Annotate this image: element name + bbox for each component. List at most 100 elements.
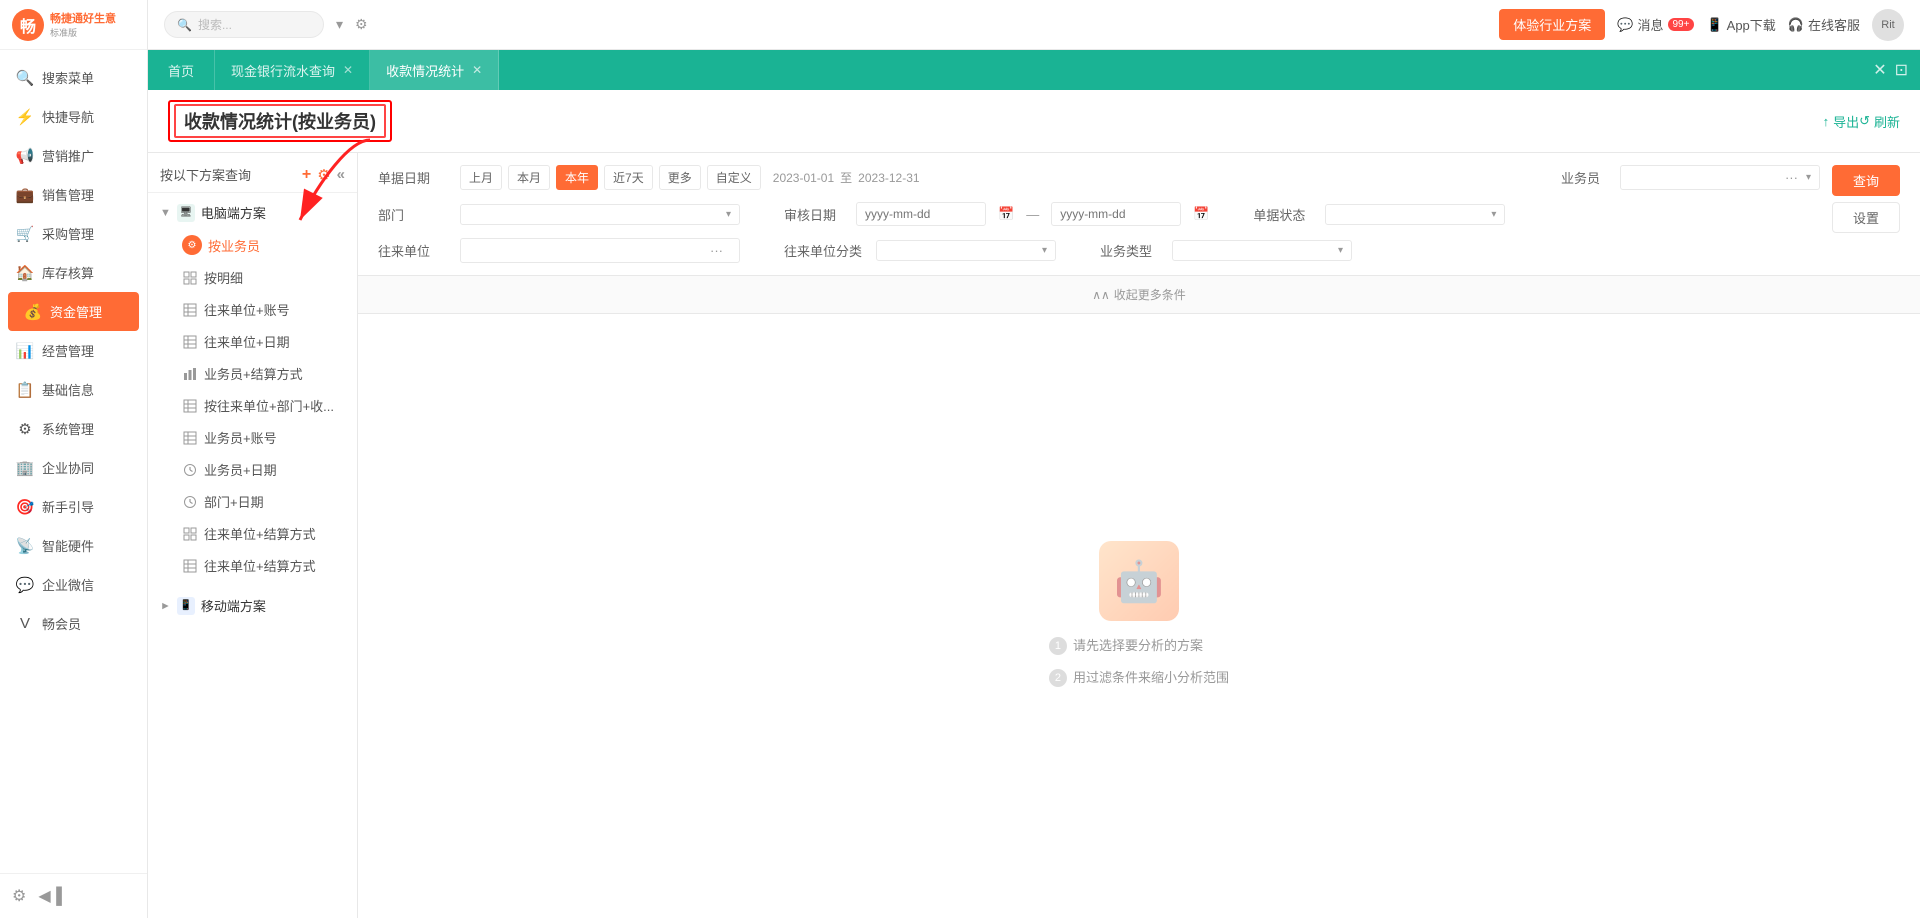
sidebar-item-label: 搜索菜单 bbox=[42, 68, 94, 87]
collapse-sidebar-icon[interactable]: ◀▐ bbox=[38, 886, 62, 906]
topbar-search-box[interactable]: 🔍 搜索... bbox=[164, 11, 324, 38]
tab-collection-stats-close[interactable]: ✕ bbox=[472, 63, 482, 77]
partner-select[interactable]: ··· bbox=[460, 238, 740, 263]
scheme-group-desktop-header[interactable]: ▼ 🖥 电脑端方案 bbox=[148, 197, 357, 228]
message-item[interactable]: 💬 消息 99+ bbox=[1617, 15, 1694, 34]
add-scheme-btn[interactable]: + bbox=[302, 166, 311, 184]
audit-date-to[interactable] bbox=[1051, 202, 1181, 226]
date-btn-custom[interactable]: 自定义 bbox=[707, 165, 761, 190]
collapse-bar[interactable]: ∧∧ 收起更多条件 bbox=[358, 276, 1920, 314]
page-title: 收款情况统计(按业务员) bbox=[174, 104, 386, 138]
date-btn-this-month[interactable]: 本月 bbox=[508, 165, 550, 190]
audit-date-from[interactable] bbox=[856, 202, 986, 226]
scheme-item-salesman-account[interactable]: 业务员+账号 bbox=[154, 422, 351, 453]
table5-icon bbox=[182, 558, 198, 574]
partner-more-btn[interactable]: ··· bbox=[710, 243, 723, 258]
filter-settings-btn[interactable]: 设置 bbox=[1832, 202, 1900, 233]
scheme-item-label: 业务员+账号 bbox=[204, 428, 277, 447]
scheme-item-label: 按往来单位+部门+收... bbox=[204, 396, 334, 415]
partner-category-select[interactable]: ▾ bbox=[876, 240, 1056, 261]
tab-home[interactable]: 首页 bbox=[148, 50, 215, 90]
scheme-item-partner-account[interactable]: 往来单位+账号 bbox=[154, 294, 351, 325]
scheme-item-partner-dept-collect[interactable]: 按往来单位+部门+收... bbox=[154, 390, 351, 421]
group-expand-arrow: ▼ bbox=[160, 207, 171, 219]
biz-type-select[interactable]: ▾ bbox=[1172, 240, 1352, 261]
sidebar-item-basic[interactable]: 📋 基础信息 bbox=[0, 370, 147, 409]
sidebar-item-label: 系统管理 bbox=[42, 419, 94, 438]
sidebar-item-sales[interactable]: 💼 销售管理 bbox=[0, 175, 147, 214]
export-label: 导出 bbox=[1833, 112, 1859, 131]
sidebar-item-finance[interactable]: 💰 资金管理 bbox=[8, 292, 139, 331]
online-service-item[interactable]: 🎧 在线客服 bbox=[1788, 15, 1860, 34]
scheme-item-by-salesman[interactable]: ⚙ 按业务员 bbox=[154, 229, 351, 261]
sidebar-item-label: 新手引导 bbox=[42, 497, 94, 516]
date-btn-last-month[interactable]: 上月 bbox=[460, 165, 502, 190]
doc-status-select[interactable]: ▾ bbox=[1325, 204, 1505, 225]
app-download-label: App下载 bbox=[1727, 15, 1776, 34]
salesman-more-btn[interactable]: ··· bbox=[1785, 170, 1798, 185]
sidebar-item-label: 采购管理 bbox=[42, 224, 94, 243]
sidebar-item-guide[interactable]: 🎯 新手引导 bbox=[0, 487, 147, 526]
step2-num: 2 bbox=[1049, 669, 1067, 687]
dept-select[interactable]: ▾ bbox=[460, 204, 740, 225]
tab-bank-flow[interactable]: 现金银行流水查询 ✕ bbox=[215, 50, 370, 90]
sidebar-item-system[interactable]: ⚙ 系统管理 bbox=[0, 409, 147, 448]
scheme-item-salesman-settle[interactable]: 业务员+结算方式 bbox=[154, 358, 351, 389]
tab-bank-flow-close[interactable]: ✕ bbox=[343, 63, 353, 77]
refresh-btn[interactable]: ↺ 刷新 bbox=[1859, 112, 1900, 131]
topbar: 🔍 搜索... ▾ ⚙ 体验行业方案 💬 消息 99+ 📱 App下载 🎧 在线… bbox=[148, 0, 1920, 50]
app-download-item[interactable]: 📱 App下载 bbox=[1706, 15, 1775, 34]
filter-area: 单据日期 上月 本月 本年 近7天 更多 自定义 bbox=[358, 153, 1920, 276]
collapse-panel-btn[interactable]: « bbox=[337, 166, 345, 183]
sidebar-item-label: 库存核算 bbox=[42, 263, 94, 282]
sidebar-item-member[interactable]: V 畅会员 bbox=[0, 604, 147, 643]
audit-to-calendar-icon[interactable]: 📅 bbox=[1193, 206, 1209, 222]
sidebar-item-hardware[interactable]: 📡 智能硬件 bbox=[0, 526, 147, 565]
scheme-item-partner-settle1[interactable]: 往来单位+结算方式 bbox=[154, 518, 351, 549]
date-to: 2023-12-31 bbox=[858, 171, 919, 185]
empty-step1: 1 请先选择要分析的方案 bbox=[1049, 633, 1229, 659]
settings-bottom-icon[interactable]: ⚙ bbox=[12, 886, 26, 906]
step1-num: 1 bbox=[1049, 637, 1067, 655]
sidebar-item-operations[interactable]: 📊 经营管理 bbox=[0, 331, 147, 370]
scheme-item-partner-settle2[interactable]: 往来单位+结算方式 bbox=[154, 550, 351, 581]
window-maximize-btn[interactable]: ⊡ bbox=[1895, 60, 1908, 80]
topbar-gear-icon[interactable]: ⚙ bbox=[355, 16, 368, 33]
window-close-btn[interactable]: ✕ bbox=[1873, 60, 1886, 80]
settings-scheme-btn[interactable]: ⚙ bbox=[317, 166, 330, 184]
sidebar-item-enterprise[interactable]: 🏢 企业协同 bbox=[0, 448, 147, 487]
scheme-item-salesman-date[interactable]: 业务员+日期 bbox=[154, 454, 351, 485]
sidebar-item-inventory[interactable]: 🏠 库存核算 bbox=[0, 253, 147, 292]
sidebar-item-label: 资金管理 bbox=[50, 302, 102, 321]
scheme-group-mobile: ▼ 📱 移动端方案 bbox=[148, 586, 357, 625]
export-btn[interactable]: ↑ 导出 bbox=[1823, 112, 1860, 131]
sidebar-item-marketing[interactable]: 📢 营销推广 bbox=[0, 136, 147, 175]
filter-rows-wrap: 单据日期 上月 本月 本年 近7天 更多 自定义 bbox=[378, 165, 1820, 263]
scheme-item-by-detail[interactable]: 按明细 bbox=[154, 262, 351, 293]
scheme-group-mobile-header[interactable]: ▼ 📱 移动端方案 bbox=[148, 590, 357, 621]
scheme-item-dept-date[interactable]: 部门+日期 bbox=[154, 486, 351, 517]
sidebar-item-label: 经营管理 bbox=[42, 341, 94, 360]
operations-icon: 📊 bbox=[16, 342, 34, 360]
filter-row-partner: 往来单位 ··· 往来单位分类 ▾ bbox=[378, 238, 1820, 263]
sidebar-item-wechat[interactable]: 💬 企业微信 bbox=[0, 565, 147, 604]
sidebar-item-quicknav[interactable]: ⚡ 快捷导航 bbox=[0, 97, 147, 136]
date-btn-more[interactable]: 更多 bbox=[659, 165, 701, 190]
query-btn[interactable]: 查询 bbox=[1832, 165, 1900, 196]
sidebar-item-search[interactable]: 🔍 搜索菜单 bbox=[0, 58, 147, 97]
date-btn-7days[interactable]: 近7天 bbox=[604, 165, 653, 190]
scheme-item-label: 往来单位+结算方式 bbox=[204, 556, 316, 575]
trial-btn[interactable]: 体验行业方案 bbox=[1499, 9, 1605, 40]
salesman-select[interactable]: ··· ▾ bbox=[1620, 165, 1820, 190]
partner-category-arrow: ▾ bbox=[1042, 245, 1047, 256]
active-scheme-icon: ⚙ bbox=[182, 235, 202, 255]
purchase-icon: 🛒 bbox=[16, 225, 34, 243]
topbar-dropdown-icon[interactable]: ▾ bbox=[336, 16, 343, 33]
scheme-item-partner-date[interactable]: 往来单位+日期 bbox=[154, 326, 351, 357]
date-btn-this-year[interactable]: 本年 bbox=[556, 165, 598, 190]
audit-from-calendar-icon[interactable]: 📅 bbox=[998, 206, 1014, 222]
avatar[interactable]: Rit bbox=[1872, 9, 1904, 41]
tab-collection-stats[interactable]: 收款情况统计 ✕ bbox=[370, 50, 499, 90]
sidebar-item-purchase[interactable]: 🛒 采购管理 bbox=[0, 214, 147, 253]
left-panel-header: 按以下方案查询 + ⚙ « bbox=[148, 153, 357, 193]
